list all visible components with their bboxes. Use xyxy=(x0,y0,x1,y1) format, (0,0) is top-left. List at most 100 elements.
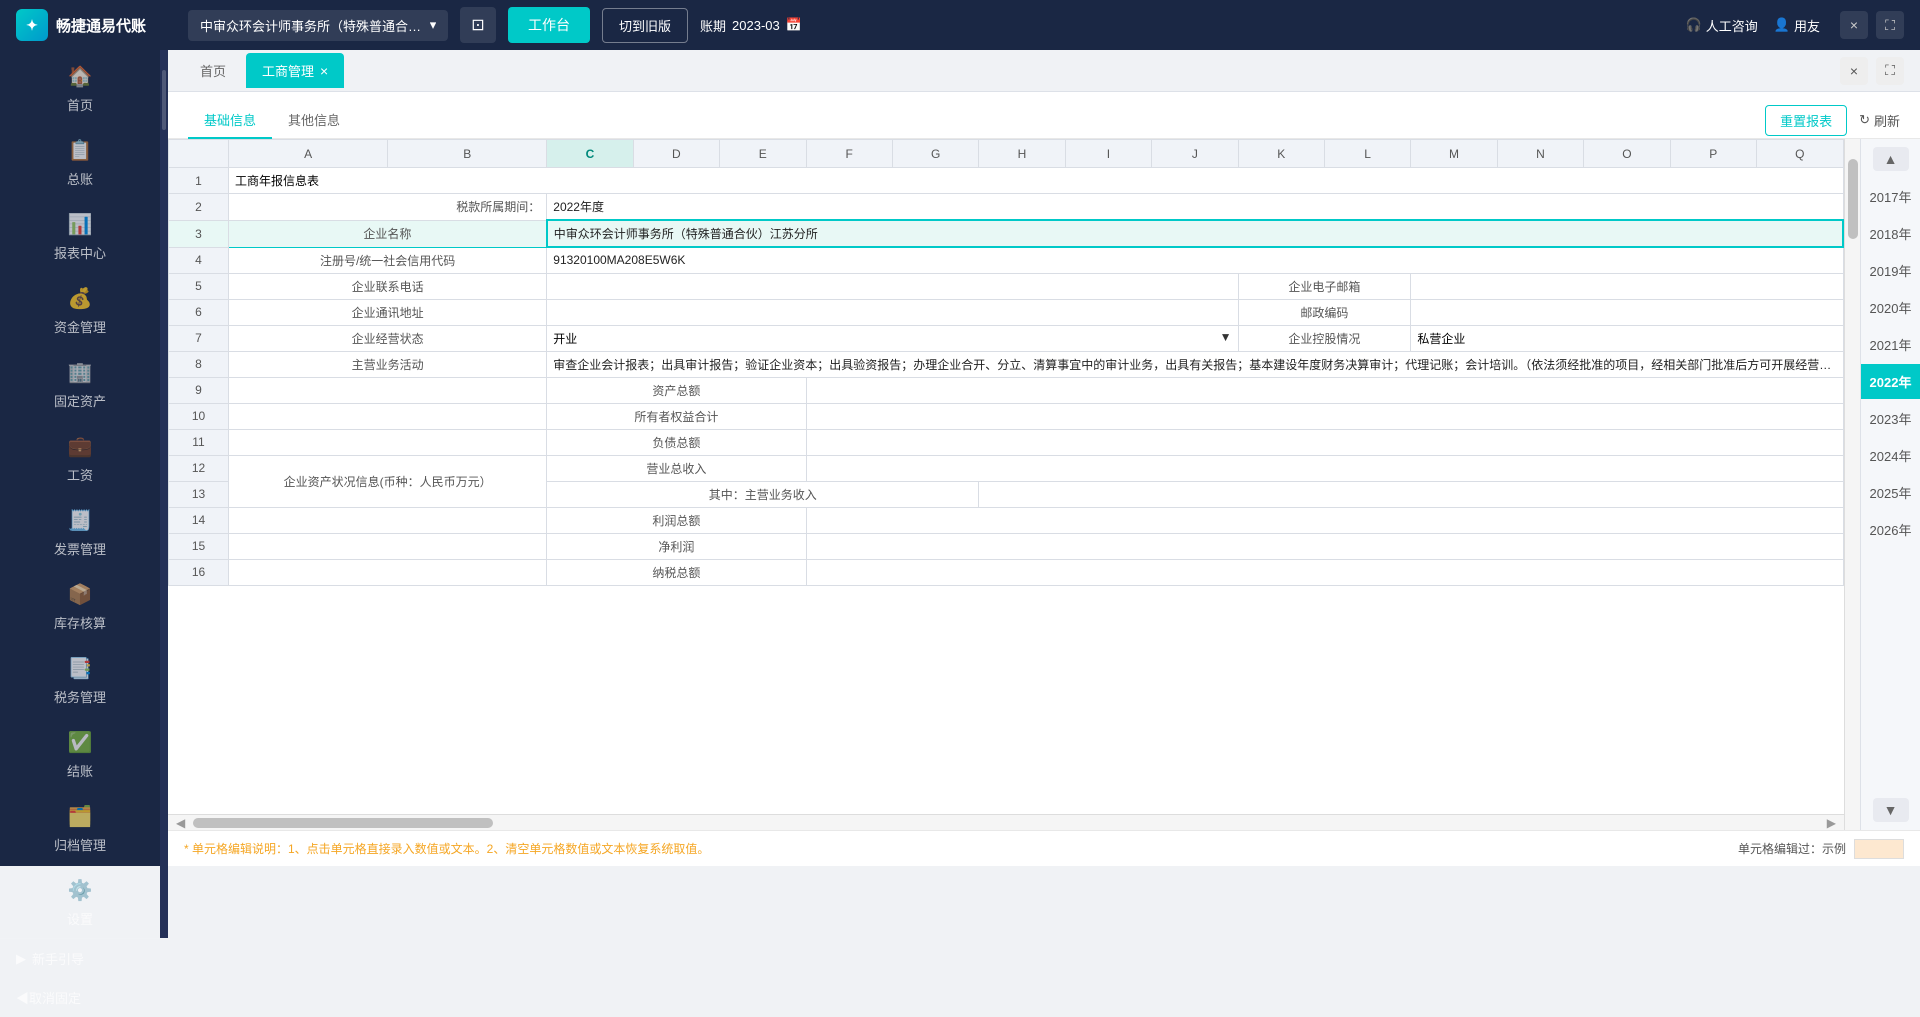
archive-icon: 🗂️ xyxy=(68,804,93,829)
net-profit-value-cell[interactable] xyxy=(806,533,1843,559)
year-item-2022[interactable]: 2022年 xyxy=(1861,364,1920,399)
salary-icon: 💼 xyxy=(68,434,93,459)
tab-business-management[interactable]: 工商管理 × xyxy=(246,53,344,88)
user-icon: 👤 xyxy=(1774,17,1790,33)
sidebar-item-funds[interactable]: 💰 资金管理 xyxy=(0,272,160,346)
main-revenue-value-cell[interactable] xyxy=(979,481,1843,507)
main-biz-value-cell[interactable]: 审查企业会计报表；出具审计报告；验证企业资本；出具验资报告；办理企业合开、分立、… xyxy=(547,351,1843,377)
sub-tab-basic-info[interactable]: 基础信息 xyxy=(188,102,272,139)
refresh-btn[interactable]: ↻ 刷新 xyxy=(1859,111,1900,130)
address-value-cell[interactable] xyxy=(547,299,1238,325)
company-icon-btn[interactable]: ⊡ xyxy=(460,7,496,43)
sheet-container: A B C D E F G H I J xyxy=(168,139,1844,830)
sidebar-item-salary[interactable]: 💼 工资 xyxy=(0,420,160,494)
new-guide-label: 新手引导 xyxy=(32,949,84,968)
year-item-2026[interactable]: 2026年 xyxy=(1861,512,1920,547)
sidebar-item-assets[interactable]: 🏢 固定资产 xyxy=(0,346,160,420)
sub-tab-other-info[interactable]: 其他信息 xyxy=(272,102,356,139)
row-num-12: 12 xyxy=(169,455,229,481)
main-layout: 🏠 首页 📋 总账 📊 报表中心 💰 资金管理 🏢 固定资产 xyxy=(0,50,1920,866)
v-scroll-thumb[interactable] xyxy=(1848,159,1858,239)
year-item-2020[interactable]: 2020年 xyxy=(1861,290,1920,325)
new-guide-btn[interactable]: ▶ 新手引导 xyxy=(0,939,168,978)
year-item-2019[interactable]: 2019年 xyxy=(1861,253,1920,288)
close-window-btn[interactable]: × xyxy=(1840,11,1868,39)
assets-info-label-cell: 企业资产状况信息(币种：人民币万元） xyxy=(229,455,547,507)
sidebar-item-settings[interactable]: ⚙️ 设置 xyxy=(0,864,160,938)
year-sidebar-footer: ▼ xyxy=(1873,790,1909,830)
company-name-value-cell[interactable]: 中审众环会计师事务所（特殊普通合伙）江苏分所 xyxy=(547,220,1843,247)
bottom-bar: * 单元格编辑说明：1、点击单元格直接录入数值或文本。2、清空单元格数值或文本恢… xyxy=(168,830,1920,866)
sheet-title-cell[interactable]: 工商年报信息表 xyxy=(229,168,1844,194)
row-num-16: 16 xyxy=(169,559,229,585)
email-value-cell[interactable] xyxy=(1411,273,1843,299)
reg-num-label-cell: 注册号/统一社会信用代码 xyxy=(229,247,547,273)
total-profit-value-cell[interactable] xyxy=(806,507,1843,533)
sidebar-item-reports[interactable]: 📊 报表中心 xyxy=(0,198,160,272)
cancel-pin-btn[interactable]: ◀取消固定 xyxy=(0,978,168,1017)
phone-label-cell: 企业联系电话 xyxy=(229,273,547,299)
calendar-icon[interactable]: 📅 xyxy=(786,17,802,33)
ai-consult-btn[interactable]: 🎧 人工咨询 xyxy=(1686,16,1758,35)
year-item-2024[interactable]: 2024年 xyxy=(1861,438,1920,473)
v-scrollbar[interactable] xyxy=(1844,139,1860,830)
row-num-15: 15 xyxy=(169,533,229,559)
row-num-11: 11 xyxy=(169,429,229,455)
year-item-2025[interactable]: 2025年 xyxy=(1861,475,1920,510)
sidebar-item-tax[interactable]: 📑 税务管理 xyxy=(0,642,160,716)
postcode-value-cell[interactable] xyxy=(1411,299,1843,325)
period-label: 账期 xyxy=(700,16,726,35)
year-up-btn[interactable]: ▲ xyxy=(1873,147,1909,171)
logo-area: ✦ 畅捷通易代账 xyxy=(16,9,176,41)
total-revenue-value-cell[interactable] xyxy=(806,455,1843,481)
tab-close-btn[interactable]: × xyxy=(320,64,328,78)
panel-expand-btn[interactable]: ⛶ xyxy=(1876,57,1904,85)
period-area: 账期 2023-03 📅 xyxy=(700,16,802,35)
sidebar-item-close-account[interactable]: ✅ 结账 xyxy=(0,716,160,790)
tab-home[interactable]: 首页 xyxy=(184,53,242,88)
sheet-scroll-area[interactable]: A B C D E F G H I J xyxy=(168,139,1844,814)
biz-status-value-cell[interactable]: 开业 ▼ xyxy=(547,325,1238,351)
hscroll-left-arrow[interactable]: ◀ xyxy=(172,816,189,830)
sheet-outer: A B C D E F G H I J xyxy=(168,139,1920,866)
total-assets-value-cell[interactable] xyxy=(806,377,1843,403)
table-row: 14 利润总额 xyxy=(169,507,1844,533)
year-item-2021[interactable]: 2021年 xyxy=(1861,327,1920,362)
workbench-button[interactable]: 工作台 xyxy=(508,7,590,43)
sidebar-item-home[interactable]: 🏠 首页 xyxy=(0,50,160,124)
equity-value-cell[interactable] xyxy=(806,403,1843,429)
reg-num-value-cell[interactable]: 91320100MA208E5W6K xyxy=(547,247,1843,273)
sidebar-item-label-funds: 资金管理 xyxy=(54,317,106,336)
sidebar-scrollbar[interactable] xyxy=(160,50,168,938)
h-scroll-thumb[interactable] xyxy=(193,818,493,828)
tax-period-value-cell[interactable]: 2022年度 xyxy=(547,194,1843,221)
panel-close-btn[interactable]: × xyxy=(1840,57,1868,85)
year-down-btn[interactable]: ▼ xyxy=(1873,798,1909,822)
year-item-2023[interactable]: 2023年 xyxy=(1861,401,1920,436)
phone-value-cell[interactable] xyxy=(547,273,1238,299)
company-selector[interactable]: 中审众环会计师事务所（特殊普通合伙... ▾ xyxy=(188,10,448,41)
year-item-2018[interactable]: 2018年 xyxy=(1861,216,1920,251)
old-version-button[interactable]: 切到旧版 xyxy=(602,8,688,43)
user-btn[interactable]: 👤 用友 xyxy=(1774,16,1820,35)
control-value-cell[interactable]: 私营企业 xyxy=(1411,325,1843,351)
table-row: 8 主营业务活动 审查企业会计报表；出具审计报告；验证企业资本；出具验资报告；办… xyxy=(169,351,1844,377)
sidebar-item-archive[interactable]: 🗂️ 归档管理 xyxy=(0,790,160,864)
home-icon: 🏠 xyxy=(68,64,93,89)
year-item-2017[interactable]: 2017年 xyxy=(1861,179,1920,214)
sidebar-item-invoice[interactable]: 🧾 发票管理 xyxy=(0,494,160,568)
maximize-window-btn[interactable]: ⛶ xyxy=(1876,11,1904,39)
hscroll-right-arrow[interactable]: ▶ xyxy=(1823,816,1840,830)
user-label: 用友 xyxy=(1794,16,1820,35)
h-scrollbar[interactable]: ◀ ▶ xyxy=(168,814,1844,830)
sidebar-item-ledger[interactable]: 📋 总账 xyxy=(0,124,160,198)
table-row: 16 纳税总额 xyxy=(169,559,1844,585)
headset-icon: 🎧 xyxy=(1686,17,1702,33)
address-label-cell: 企业通讯地址 xyxy=(229,299,547,325)
sidebar-item-inventory[interactable]: 📦 库存核算 xyxy=(0,568,160,642)
top-right: 🎧 人工咨询 👤 用友 xyxy=(1686,16,1820,35)
sample-cell xyxy=(1854,839,1904,859)
liabilities-value-cell[interactable] xyxy=(806,429,1843,455)
reset-report-btn[interactable]: 重置报表 xyxy=(1765,105,1847,136)
total-tax-value-cell[interactable] xyxy=(806,559,1843,585)
